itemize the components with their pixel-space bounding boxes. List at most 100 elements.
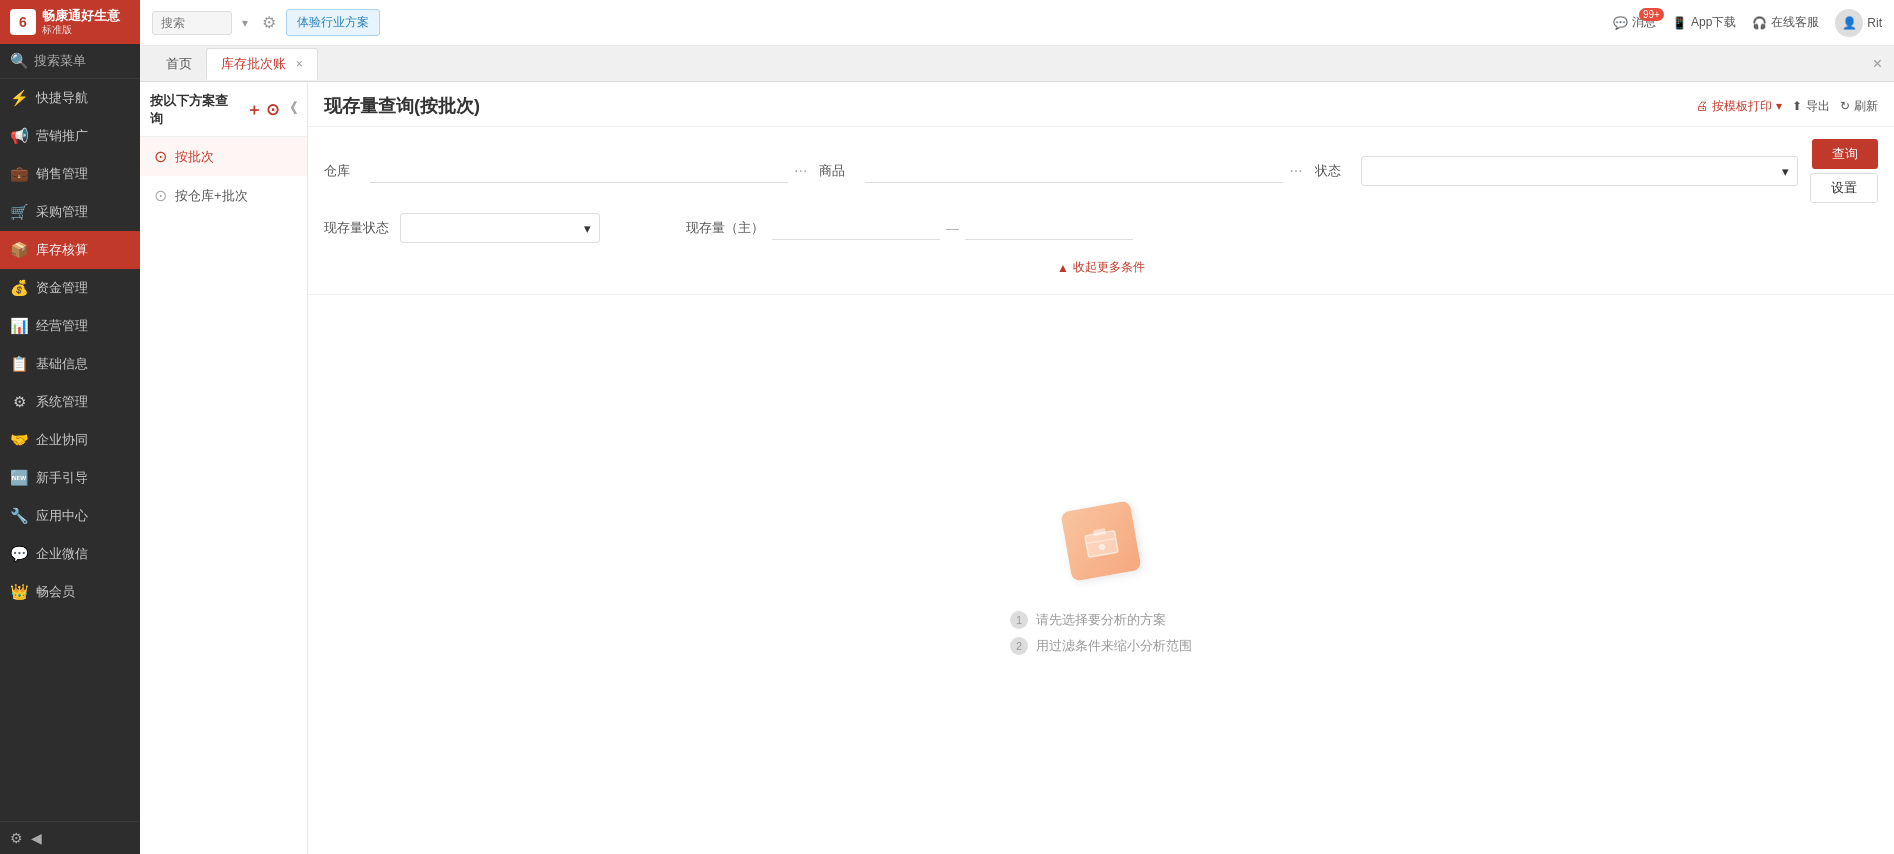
sidebar-footer: ⚙ ◀ <box>0 821 140 854</box>
right-panel: 现存量查询(按批次) 🖨 按模板打印 ▾ ⬆ 导出 ↻ 刷新 <box>308 82 1894 854</box>
topbar-right: 💬 消息 99+ 📱 App下载 🎧 在线客服 👤 Rit <box>1613 9 1882 37</box>
inventory-status-filter: 现存量状态 ▾ <box>324 213 674 243</box>
page-title: 现存量查询(按批次) <box>324 94 1696 118</box>
inventory-icon: 📦 <box>10 241 28 259</box>
marketing-icon: 📢 <box>10 127 28 145</box>
sidebar-header: 6 畅康通好生意 标准版 <box>0 0 140 44</box>
main-area: ▾ ⚙ 体验行业方案 💬 消息 99+ 📱 App下载 🎧 在线客服 👤 Rit <box>140 0 1894 854</box>
page-header-actions: 🖨 按模板打印 ▾ ⬆ 导出 ↻ 刷新 <box>1696 98 1878 115</box>
online-service-btn[interactable]: 🎧 在线客服 <box>1752 14 1819 31</box>
refresh-button[interactable]: ↻ 刷新 <box>1840 98 1878 115</box>
search-icon: 🔍 <box>10 52 28 70</box>
goods-dots[interactable]: ··· <box>1289 162 1302 180</box>
sidebar-item-search[interactable]: 🔍 搜索菜单 <box>0 44 140 79</box>
export-icon: ⬆ <box>1792 99 1802 113</box>
print-icon: 🖨 <box>1696 99 1708 113</box>
topbar-gear-icon[interactable]: ⚙ <box>262 13 276 32</box>
goods-label: 商品 <box>819 162 859 180</box>
inventory-status-select[interactable]: ▾ <box>400 213 600 243</box>
goods-input[interactable] <box>865 159 1283 183</box>
sidebar-item-finance[interactable]: 💰 资金管理 <box>0 269 140 307</box>
filter-row-1: 仓库 ··· 商品 ··· 状态 ▾ <box>324 139 1878 203</box>
message-icon: 💬 <box>1613 16 1628 30</box>
filter-area: 仓库 ··· 商品 ··· 状态 ▾ <box>308 127 1894 295</box>
collapse-panel-icon[interactable]: 《 <box>283 100 297 121</box>
left-panel-icons: ＋ ⊙ 《 <box>246 100 297 121</box>
sidebar-item-vip[interactable]: 👑 畅会员 <box>0 573 140 611</box>
app-download-label: App下载 <box>1691 14 1736 31</box>
warehouse-dots[interactable]: ··· <box>794 162 807 180</box>
sidebar-item-label: 营销推广 <box>36 127 88 145</box>
system-icon: ⚙ <box>10 393 28 411</box>
query-button[interactable]: 查询 <box>1812 139 1878 169</box>
warehouse-input[interactable] <box>370 159 788 183</box>
scheme-item-warehouse-batch[interactable]: ⊙ 按仓库+批次 <box>140 176 307 215</box>
inventory-status-arrow-icon: ▾ <box>584 221 591 236</box>
left-panel: 按以下方案查询 ＋ ⊙ 《 ⊙ 按批次 ⊙ 按仓库+批次 <box>140 82 308 854</box>
app-logo: 6 <box>10 9 36 35</box>
sidebar-item-newbie[interactable]: 🆕 新手引导 <box>0 459 140 497</box>
sidebar-item-label: 经营管理 <box>36 317 88 335</box>
enterprise-icon: 🤝 <box>10 431 28 449</box>
sidebar-item-operations[interactable]: 📊 经营管理 <box>0 307 140 345</box>
print-button[interactable]: 🖨 按模板打印 ▾ <box>1696 98 1782 115</box>
left-panel-title: 按以下方案查询 <box>150 92 238 128</box>
sidebar-item-label: 新手引导 <box>36 469 88 487</box>
inventory-qty-to[interactable] <box>965 216 1133 240</box>
sidebar-item-sales[interactable]: 💼 销售管理 <box>0 155 140 193</box>
filter-row-2: 现存量状态 ▾ 现存量（主） — <box>324 213 1878 243</box>
empty-icon-box <box>1060 500 1141 581</box>
tab-close-icon[interactable]: × <box>296 57 303 71</box>
settings-button[interactable]: 设置 <box>1810 173 1878 203</box>
topbar-search-input[interactable] <box>152 11 232 35</box>
sidebar-item-purchase[interactable]: 🛒 采购管理 <box>0 193 140 231</box>
sidebar-item-label: 企业协同 <box>36 431 88 449</box>
settings-footer-icon[interactable]: ⚙ <box>10 830 23 846</box>
empty-step-1: 1 请先选择要分析的方案 <box>1010 607 1192 633</box>
export-button[interactable]: ⬆ 导出 <box>1792 98 1830 115</box>
newbie-icon: 🆕 <box>10 469 28 487</box>
collapse-up-icon: ▲ <box>1057 261 1069 275</box>
status-select[interactable]: ▾ <box>1361 156 1798 186</box>
warehouse-label: 仓库 <box>324 162 364 180</box>
sidebar-item-system[interactable]: ⚙ 系统管理 <box>0 383 140 421</box>
sidebar-item-label: 畅会员 <box>36 583 75 601</box>
collapse-row[interactable]: ▲ 收起更多条件 <box>324 253 1878 282</box>
headset-icon: 🎧 <box>1752 16 1767 30</box>
sidebar-item-quick-nav[interactable]: ⚡ 快捷导航 <box>0 79 140 117</box>
print-dropdown-icon[interactable]: ▾ <box>1776 99 1782 113</box>
content-area: 按以下方案查询 ＋ ⊙ 《 ⊙ 按批次 ⊙ 按仓库+批次 现存量查询(按批次) <box>140 82 1894 854</box>
inventory-qty-from[interactable] <box>772 216 940 240</box>
sidebar-item-wechat[interactable]: 💬 企业微信 <box>0 535 140 573</box>
quick-nav-icon: ⚡ <box>10 89 28 107</box>
sidebar-item-marketing[interactable]: 📢 营销推广 <box>0 117 140 155</box>
finance-icon: 💰 <box>10 279 28 297</box>
collapse-label: 收起更多条件 <box>1073 259 1145 276</box>
status-filter: 状态 ▾ <box>1315 156 1798 186</box>
topbar-chevron-icon[interactable]: ▾ <box>242 16 248 30</box>
tab-home[interactable]: 首页 <box>152 49 206 79</box>
tab-inventory-batch[interactable]: 库存批次账 × <box>206 48 318 80</box>
add-scheme-icon[interactable]: ＋ <box>246 100 262 121</box>
trial-button[interactable]: 体验行业方案 <box>286 9 380 36</box>
topbar: ▾ ⚙ 体验行业方案 💬 消息 99+ 📱 App下载 🎧 在线客服 👤 Rit <box>140 0 1894 46</box>
empty-step-2: 2 用过滤条件来缩小分析范围 <box>1010 633 1192 659</box>
collapse-sidebar-icon[interactable]: ◀ <box>31 830 42 846</box>
sidebar-item-label: 销售管理 <box>36 165 88 183</box>
user-area[interactable]: 👤 Rit <box>1835 9 1882 37</box>
messages-badge: 99+ <box>1639 8 1664 21</box>
tabbar-close-button[interactable]: × <box>1873 55 1882 73</box>
app-download-btn[interactable]: 📱 App下载 <box>1672 14 1736 31</box>
basics-icon: 📋 <box>10 355 28 373</box>
inventory-qty-label: 现存量（主） <box>686 219 766 237</box>
sidebar-item-apps[interactable]: 🔧 应用中心 <box>0 497 140 535</box>
sidebar-item-inventory[interactable]: 📦 库存核算 <box>0 231 140 269</box>
manage-scheme-icon[interactable]: ⊙ <box>266 100 279 121</box>
app-name: 畅康通好生意 <box>42 8 120 24</box>
empty-illustration <box>1051 491 1151 591</box>
sidebar-item-basics[interactable]: 📋 基础信息 <box>0 345 140 383</box>
sidebar-item-enterprise[interactable]: 🤝 企业协同 <box>0 421 140 459</box>
scheme-item-batch[interactable]: ⊙ 按批次 <box>140 137 307 176</box>
messages-btn[interactable]: 💬 消息 99+ <box>1613 14 1656 31</box>
sidebar-item-label: 库存核算 <box>36 241 88 259</box>
